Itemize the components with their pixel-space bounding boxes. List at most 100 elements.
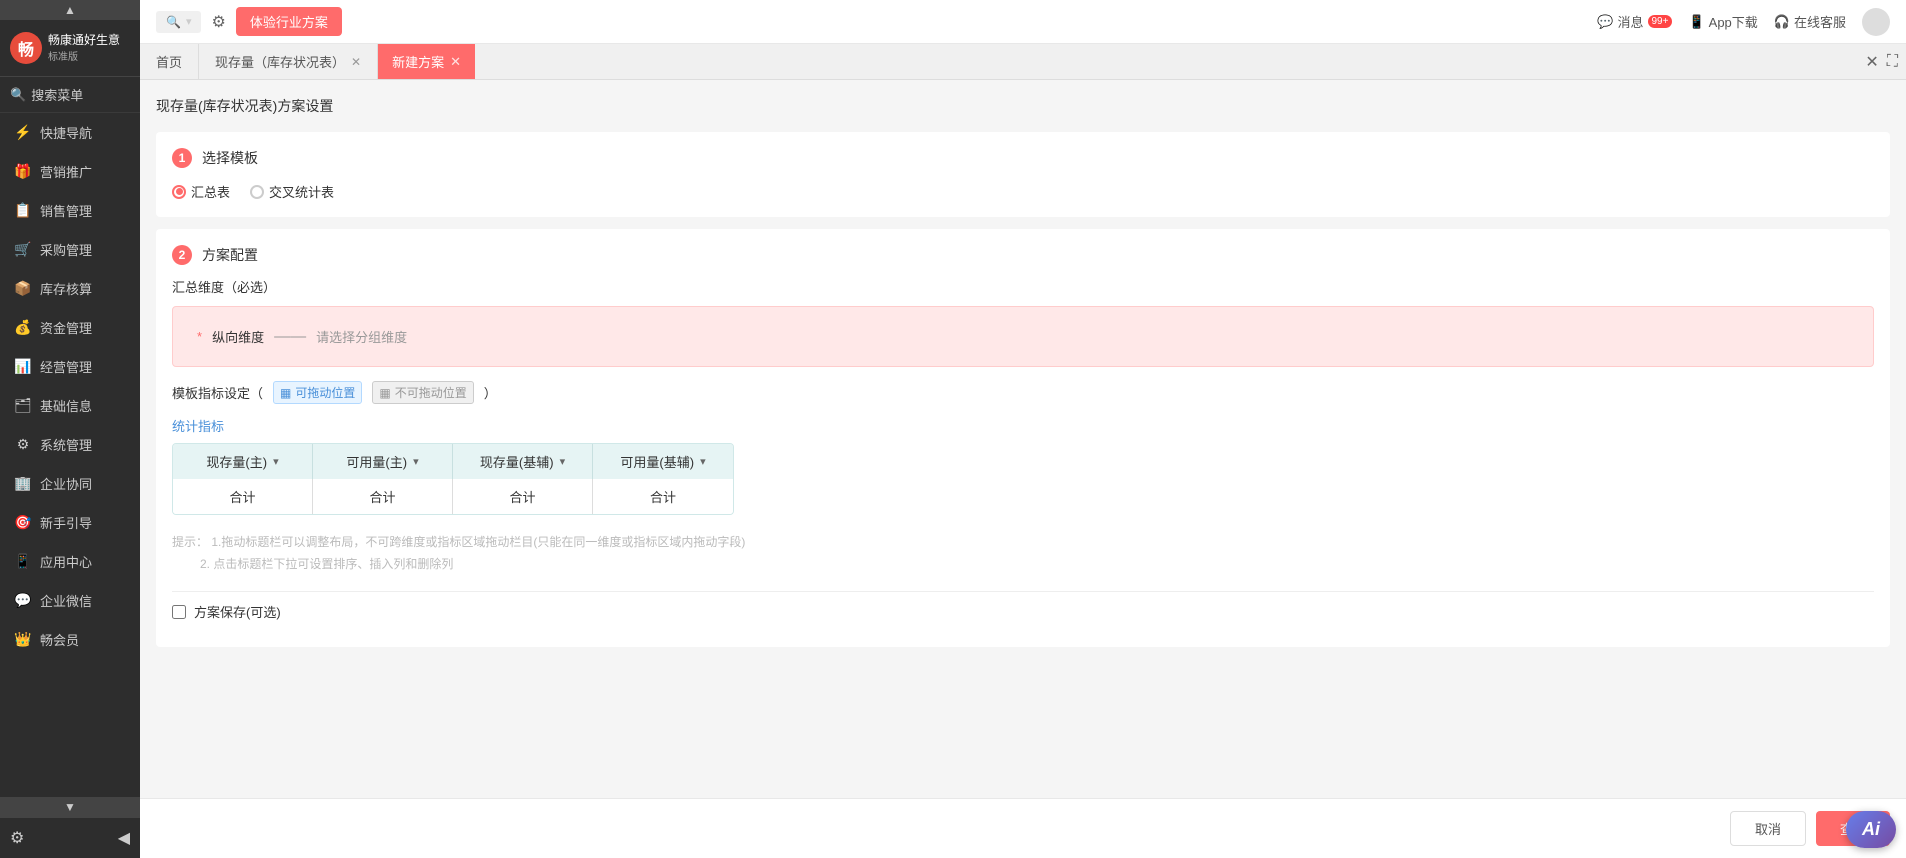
- radio-cross-circle: [250, 185, 264, 199]
- top-bar: 🔍 ▾ ⚙ 体验行业方案 💬 消息 99+ 📱 App下载 🎧 在线客服: [140, 0, 1906, 44]
- enterprise-icon: 🏢: [14, 475, 32, 493]
- stats-table-body: 合计 合计 合计 合计: [173, 479, 733, 514]
- sidebar-item-basic-info[interactable]: 🗂 基础信息: [0, 386, 140, 425]
- stats-col-header-2[interactable]: 现存量(基辅) ▾: [453, 444, 593, 479]
- sidebar-item-marketing[interactable]: 🎁 营销推广: [0, 152, 140, 191]
- main-area: 🔍 ▾ ⚙ 体验行业方案 💬 消息 99+ 📱 App下载 🎧 在线客服: [140, 0, 1906, 858]
- stats-table-header: 现存量(主) ▾ 可用量(主) ▾ 现存量(基辅) ▾ 可用量(基辅): [173, 444, 733, 479]
- save-label: 方案保存(可选): [194, 602, 281, 621]
- bottom-bar: 取消 查询: [140, 798, 1906, 858]
- dropdown-arrow-icon-1: ▾: [413, 455, 419, 468]
- tab-new-plan-close-icon[interactable]: ✕: [450, 54, 461, 70]
- dimension-arrow-icon: ——: [274, 328, 306, 346]
- scroll-up-arrow[interactable]: ▲: [0, 0, 140, 20]
- marketing-icon: 🎁: [14, 163, 32, 181]
- tab-home[interactable]: 首页: [140, 44, 199, 79]
- stats-col-header-1[interactable]: 可用量(主) ▾: [313, 444, 453, 479]
- sound-icon[interactable]: ◀: [118, 828, 130, 848]
- finance-icon: 💰: [14, 319, 32, 337]
- save-checkbox[interactable]: [172, 605, 186, 619]
- sidebar-item-purchase[interactable]: 🛒 采购管理: [0, 230, 140, 269]
- radio-summary[interactable]: 汇总表: [172, 182, 230, 201]
- sidebar-item-enterprise[interactable]: 🏢 企业协同: [0, 464, 140, 503]
- ai-badge[interactable]: Ai: [1846, 811, 1896, 848]
- tab-inventory-close-icon[interactable]: ✕: [351, 55, 361, 69]
- sales-icon: 📋: [14, 202, 32, 220]
- customer-service-button[interactable]: 🎧 在线客服: [1774, 12, 1846, 31]
- app-edition: 标准版: [48, 48, 120, 63]
- tips-text: 提示： 1.拖动标题栏可以调整布局，不可跨维度或指标区域拖动栏目(只能在同一维度…: [172, 532, 1874, 575]
- step2-section: 2 方案配置 汇总维度（必选） * 纵向维度 —— 请选择分组维度 模板指标设定…: [156, 229, 1890, 647]
- stats-col-cell-3: 合计: [593, 479, 733, 514]
- tab-inventory-status[interactable]: 现存量（库存状况表） ✕: [199, 44, 378, 79]
- top-bar-right: 💬 消息 99+ 📱 App下载 🎧 在线客服: [1597, 8, 1890, 36]
- step2-title: 方案配置: [202, 245, 258, 265]
- inventory-icon: 📦: [14, 280, 32, 298]
- sidebar-search[interactable]: 🔍 搜索菜单: [0, 77, 140, 113]
- window-close-icon[interactable]: ✕: [1865, 52, 1878, 72]
- top-bar-search[interactable]: 🔍 ▾: [156, 11, 201, 33]
- sidebar-item-finance[interactable]: 💰 资金管理: [0, 308, 140, 347]
- window-expand-icon[interactable]: ⛶: [1887, 53, 1898, 71]
- dropdown-arrow-icon-0: ▾: [273, 455, 279, 468]
- radio-summary-circle: [172, 185, 186, 199]
- no-drag-badge: ▦ 不可拖动位置: [372, 381, 473, 404]
- save-row: 方案保存(可选): [172, 591, 1874, 631]
- vertical-dimension-label: 纵向维度: [212, 327, 264, 346]
- template-radio-group: 汇总表 交叉统计表: [172, 182, 1874, 201]
- sidebar-item-member[interactable]: 👑 畅会员: [0, 620, 140, 659]
- quick-nav-icon: ⚡: [14, 124, 32, 142]
- industry-plan-button[interactable]: 体验行业方案: [236, 7, 342, 36]
- tab-new-plan[interactable]: 新建方案 ✕: [378, 44, 475, 79]
- phone-icon: 📱: [1688, 14, 1704, 30]
- app-download-button[interactable]: 📱 App下载: [1688, 12, 1757, 31]
- step2-badge: 2: [172, 245, 192, 265]
- draggable-badge: ▦ 可拖动位置: [273, 381, 362, 404]
- top-bar-left: 🔍 ▾ ⚙ 体验行业方案: [156, 7, 342, 36]
- basic-info-icon: 🗂: [14, 397, 32, 415]
- enterprise-wechat-icon: 💬: [14, 592, 32, 610]
- page-title: 现存量(库存状况表)方案设置: [156, 96, 1890, 116]
- app-logo-icon: 畅: [10, 32, 42, 64]
- app-name: 畅康通好生意: [48, 33, 120, 49]
- stats-col-header-3[interactable]: 可用量(基辅) ▾: [593, 444, 733, 479]
- radio-cross[interactable]: 交叉统计表: [250, 182, 334, 201]
- indicator-close-paren: ）: [484, 383, 497, 402]
- sidebar-item-quick-nav[interactable]: ⚡ 快捷导航: [0, 113, 140, 152]
- system-icon: ⚙: [14, 436, 32, 454]
- sidebar-item-app-center[interactable]: 📱 应用中心: [0, 542, 140, 581]
- step1-section: 1 选择模板 汇总表 交叉统计表: [156, 132, 1890, 217]
- sidebar-logo: 畅 畅康通好生意 标准版: [0, 20, 140, 77]
- search-icon: 🔍: [10, 87, 26, 103]
- stats-label: 统计指标: [172, 416, 1874, 435]
- dimension-box[interactable]: * 纵向维度 —— 请选择分组维度: [172, 306, 1874, 367]
- sidebar-item-operations[interactable]: 📊 经营管理: [0, 347, 140, 386]
- sidebar-item-enterprise-wechat[interactable]: 💬 企业微信: [0, 581, 140, 620]
- indicator-setting-label: 模板指标设定（: [172, 383, 263, 402]
- sidebar-item-system[interactable]: ⚙ 系统管理: [0, 425, 140, 464]
- scroll-down-arrow[interactable]: ▼: [0, 797, 140, 817]
- required-mark: *: [197, 329, 202, 344]
- message-button[interactable]: 💬 消息 99+: [1597, 12, 1672, 31]
- dropdown-arrow-icon-2: ▾: [560, 455, 566, 468]
- sidebar-bottom: ⚙ ◀: [0, 817, 140, 858]
- stats-table-section: 统计指标 现存量(主) ▾ 可用量(主) ▾ 现存量(基辅): [172, 416, 1874, 518]
- tab-bar: 首页 现存量（库存状况表） ✕ 新建方案 ✕ ✕ ⛶: [140, 44, 1906, 80]
- sidebar-item-new-guide[interactable]: 🎯 新手引导: [0, 503, 140, 542]
- stats-table: 现存量(主) ▾ 可用量(主) ▾ 现存量(基辅) ▾ 可用量(基辅): [172, 443, 734, 515]
- cancel-button[interactable]: 取消: [1730, 811, 1806, 846]
- headset-icon: 🎧: [1774, 14, 1790, 30]
- dimension-label: 汇总维度（必选）: [172, 277, 1874, 296]
- stats-col-header-0[interactable]: 现存量(主) ▾: [173, 444, 313, 479]
- sidebar: ▲ 畅 畅康通好生意 标准版 🔍 搜索菜单 ⚡ 快捷导航 🎁 营销推广 📋 销售…: [0, 0, 140, 858]
- gear-icon[interactable]: ⚙: [211, 12, 225, 32]
- stats-col-cell-0: 合计: [173, 479, 313, 514]
- sidebar-item-sales[interactable]: 📋 销售管理: [0, 191, 140, 230]
- tips-section: 提示： 1.拖动标题栏可以调整布局，不可跨维度或指标区域拖动栏目(只能在同一维度…: [172, 532, 1874, 575]
- app-center-icon: 📱: [14, 553, 32, 571]
- user-avatar[interactable]: [1862, 8, 1890, 36]
- sidebar-item-inventory[interactable]: 📦 库存核算: [0, 269, 140, 308]
- stats-col-cell-2: 合计: [453, 479, 593, 514]
- settings-icon[interactable]: ⚙: [10, 828, 24, 848]
- search-icon: 🔍: [166, 15, 181, 29]
